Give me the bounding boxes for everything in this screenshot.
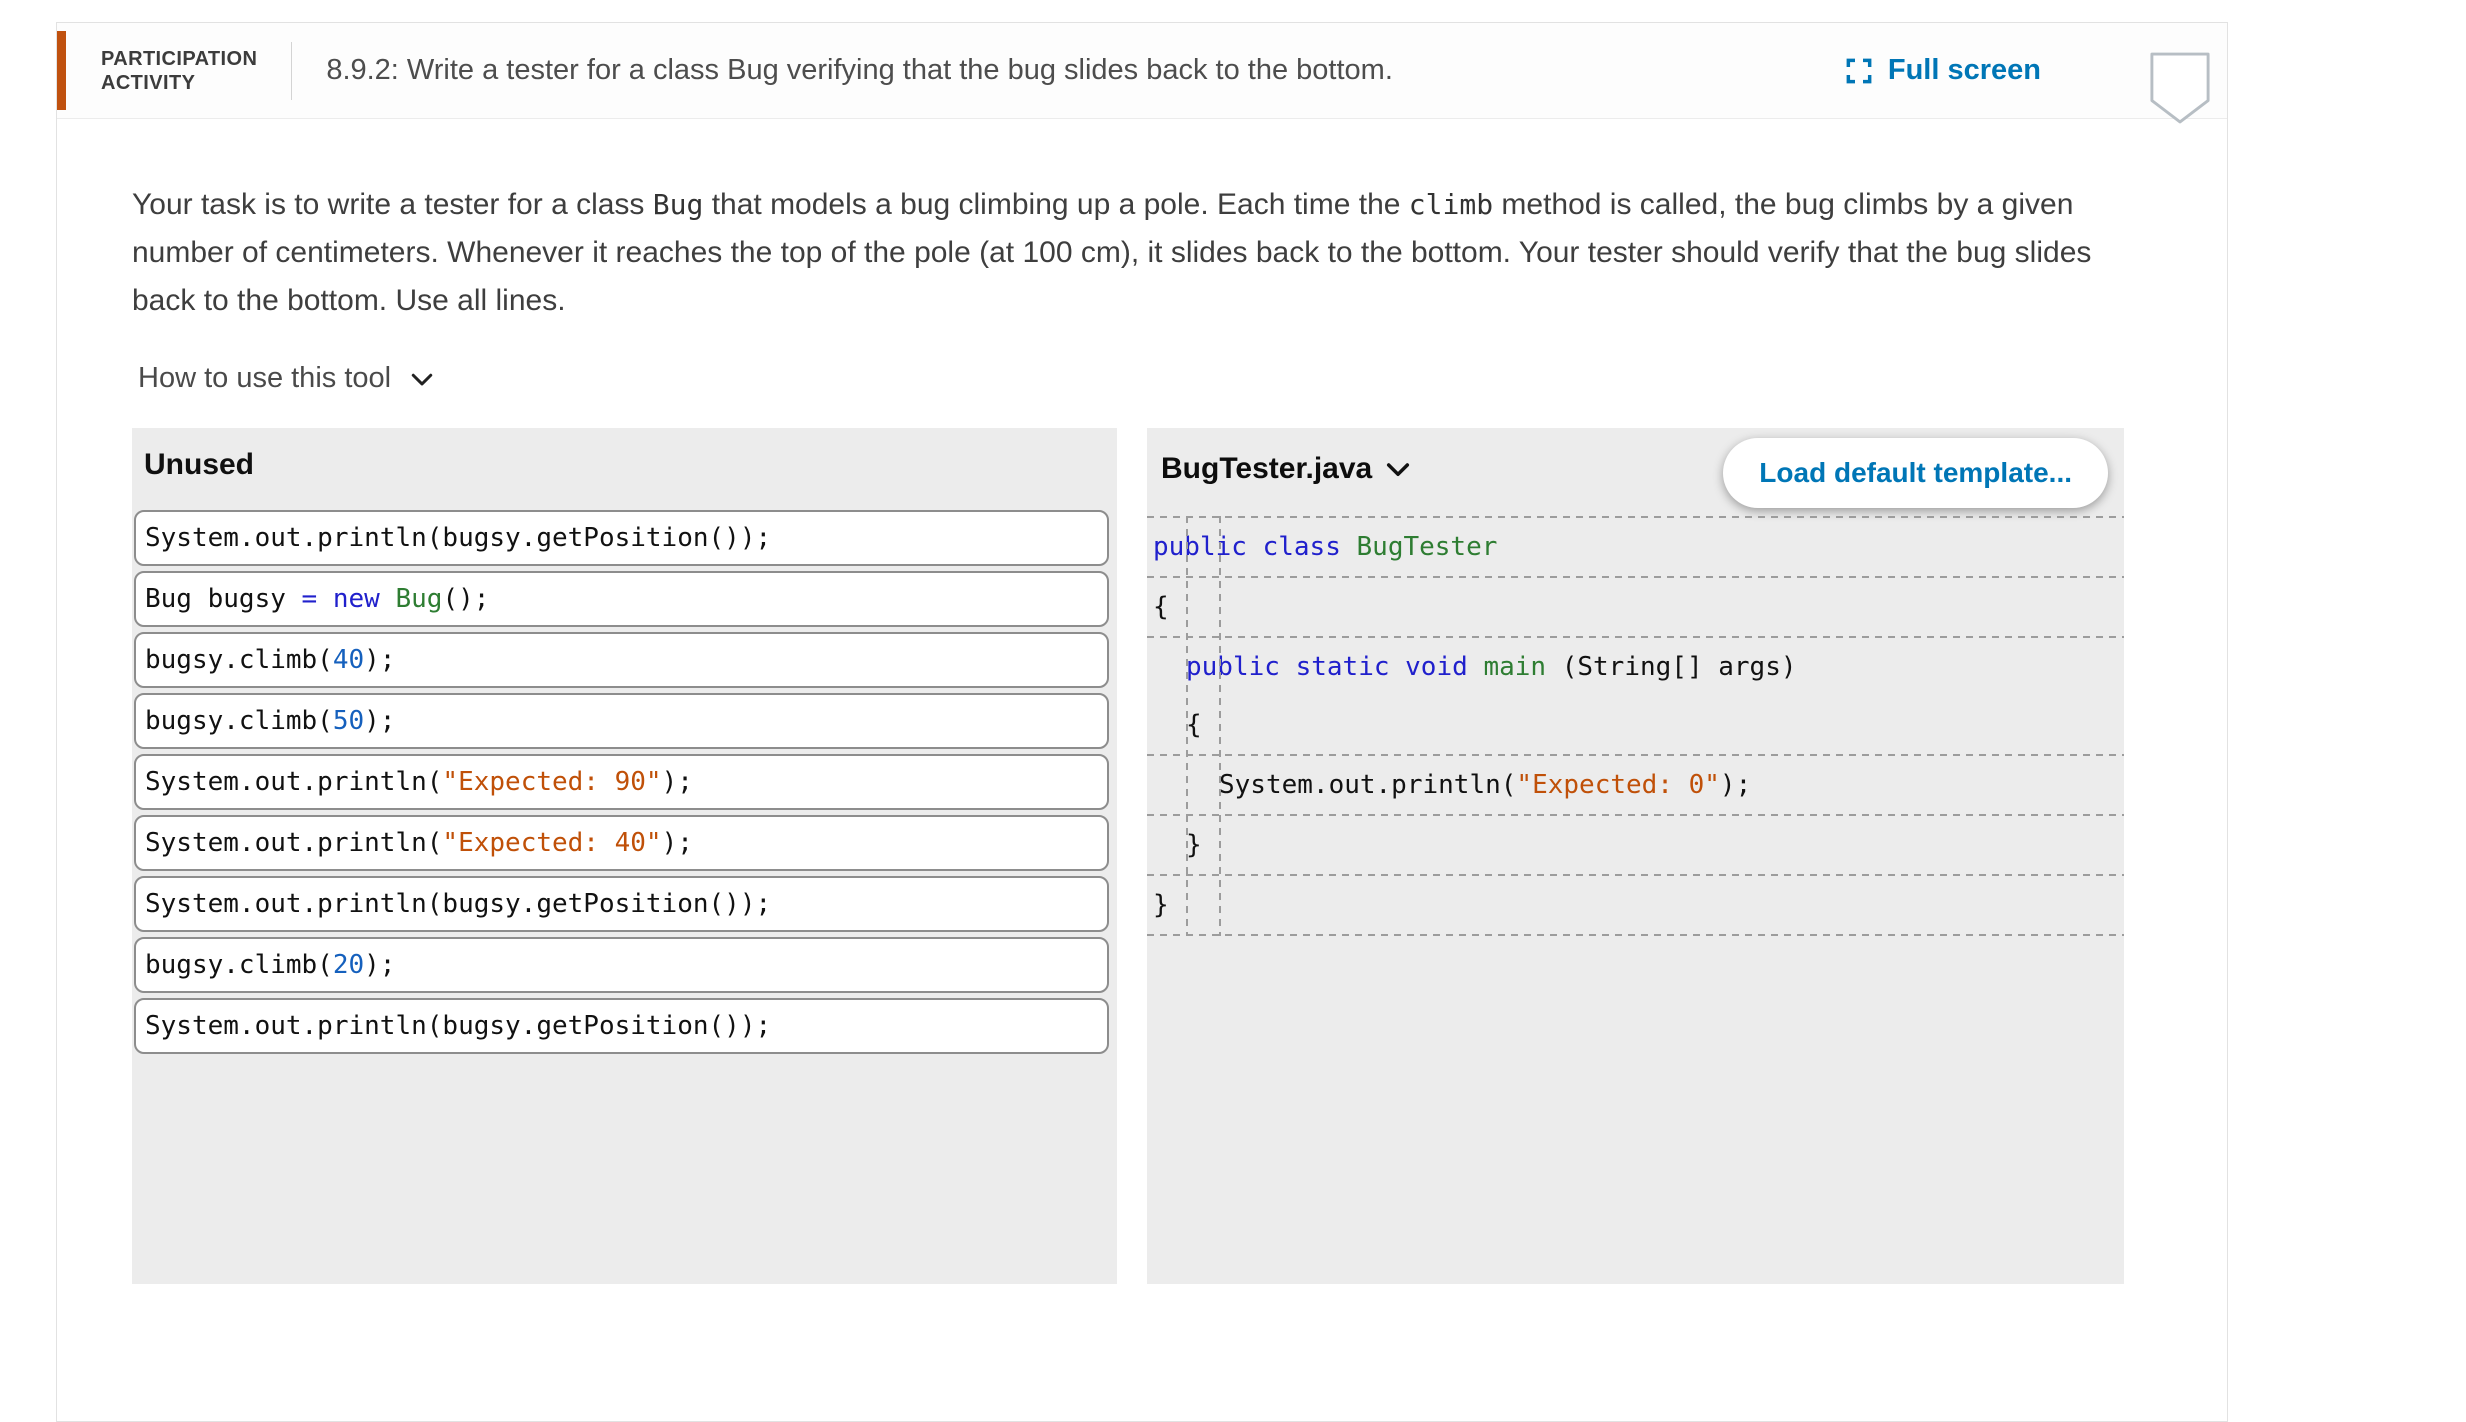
page: { "colors": { "accent_orange": "#c0510f"…	[0, 0, 2466, 1422]
unused-code-line[interactable]: Bug bugsy = new Bug ();	[134, 571, 1109, 627]
code-token: System.out.println(bugsy.getPosition());	[145, 523, 772, 553]
code-token: );	[364, 706, 396, 736]
fullscreen-icon	[1843, 55, 1875, 87]
code-token: );	[661, 828, 693, 858]
activity-header: PARTICIPATION ACTIVITY 8.9.2: Write a te…	[57, 23, 2227, 124]
inline-code: Bug	[652, 188, 704, 221]
editor-header: BugTester.java Load default template...	[1147, 428, 2124, 512]
unused-code-line[interactable]: System.out.println(bugsy.getPosition());	[134, 998, 1109, 1054]
code-token: }	[1186, 830, 1202, 860]
parsons-panels: Unused System.out.println(bugsy.getPosit…	[132, 428, 2127, 1284]
placed-code-block[interactable]: {	[1147, 578, 2124, 636]
fullscreen-label: Full screen	[1887, 54, 2041, 86]
placed-code-block[interactable]: public class BugTester	[1147, 518, 2124, 576]
code-token: bugsy.climb(	[145, 645, 333, 675]
editor-panel: BugTester.java Load default template... …	[1147, 428, 2124, 1284]
load-default-template-button[interactable]: Load default template...	[1723, 438, 2108, 508]
task-paragraph: Your task is to write a tester for a cla…	[132, 181, 2127, 325]
code-token: (String[] args)	[1546, 652, 1797, 682]
completion-shield-icon	[2149, 51, 2211, 125]
code-token: public	[1153, 532, 1247, 562]
code-token: System.out.println(bugsy.getPosition());	[145, 889, 772, 919]
editor-blocks: public class BugTester{public static voi…	[1147, 516, 2124, 936]
placed-code-block[interactable]: }	[1147, 876, 2124, 934]
unused-code-line[interactable]: System.out.println(bugsy.getPosition());	[134, 876, 1109, 932]
code-token: 40	[332, 645, 365, 675]
placed-code-block[interactable]: System.out.println("Expected: 0");	[1147, 756, 2124, 814]
code-token: "Expected: 0"	[1516, 770, 1720, 800]
code-token: System.out.println(bugsy.getPosition());	[145, 1011, 772, 1041]
code-token: static	[1295, 652, 1390, 682]
code-token: }	[1153, 890, 1169, 920]
chevron-down-icon	[1382, 453, 1414, 485]
code-token: new	[332, 584, 380, 614]
code-token: ();	[442, 584, 490, 614]
unused-list: System.out.println(bugsy.getPosition());…	[132, 510, 1117, 1054]
fullscreen-button[interactable]: Full screen	[1837, 53, 2047, 88]
badge-line-1: PARTICIPATION	[101, 47, 258, 70]
code-token: 20	[332, 950, 365, 980]
placed-code-block[interactable]: }	[1147, 816, 2124, 874]
code-token: main	[1483, 652, 1547, 682]
code-token: {	[1153, 592, 1169, 622]
code-token: "Expected: 40"	[442, 828, 662, 858]
paragraph-text: Your task is to write a tester for a cla…	[132, 188, 653, 221]
unused-code-line[interactable]: bugsy.climb(50);	[134, 693, 1109, 749]
code-token: bugsy.climb(	[145, 950, 333, 980]
code-token: {	[1186, 710, 1202, 740]
activity-title: 8.9.2: Write a tester for a class Bug ve…	[326, 54, 1393, 86]
badge-line-2: ACTIVITY	[101, 71, 196, 94]
code-token: Bug	[395, 584, 443, 614]
code-token: class	[1262, 532, 1341, 562]
drop-target-line[interactable]	[1147, 934, 2124, 936]
participation-accent-bar	[57, 31, 66, 110]
code-area: public class BugTester{public static voi…	[1147, 516, 2124, 936]
code-token: System.out.println(	[145, 767, 443, 797]
paragraph-text: that models a bug climbing up a pole. Ea…	[703, 188, 1409, 221]
code-token: bugsy.climb(	[145, 706, 333, 736]
unused-code-line[interactable]: System.out.println(bugsy.getPosition());	[134, 510, 1109, 566]
how-to-use-toggle[interactable]: How to use this tool	[132, 361, 443, 396]
code-token: );	[661, 767, 693, 797]
how-to-use-label: How to use this tool	[138, 362, 392, 394]
code-token: public	[1186, 652, 1280, 682]
code-token: void	[1405, 652, 1468, 682]
chevron-down-icon	[407, 364, 437, 394]
unused-code-line[interactable]: System.out.println("Expected: 90");	[134, 754, 1109, 810]
code-token: );	[1719, 770, 1752, 800]
unused-code-line[interactable]: System.out.println("Expected: 40");	[134, 815, 1109, 871]
code-token: System.out.println(	[1219, 770, 1517, 800]
unused-panel-title: Unused	[144, 448, 255, 481]
file-name-label: BugTester.java	[1161, 452, 1373, 485]
activity-body: Your task is to write a tester for a cla…	[57, 119, 2227, 1284]
participation-activity-badge: PARTICIPATION ACTIVITY	[101, 47, 257, 95]
code-token: =	[301, 584, 318, 614]
indent-guide	[1186, 516, 1188, 936]
code-token: System.out.println(	[145, 828, 443, 858]
indent-guide	[1219, 516, 1221, 936]
code-token: BugTester	[1356, 532, 1498, 562]
header-divider	[291, 41, 293, 100]
unused-panel: Unused System.out.println(bugsy.getPosit…	[132, 428, 1117, 1284]
code-token: "Expected: 90"	[442, 767, 662, 797]
code-token: );	[364, 645, 396, 675]
code-token: 50	[332, 706, 365, 736]
placed-code-block[interactable]: public static void main (String[] args) {	[1147, 638, 2124, 754]
code-token: Bug bugsy	[145, 584, 302, 614]
code-token: );	[364, 950, 396, 980]
inline-code: climb	[1408, 188, 1494, 221]
unused-code-line[interactable]: bugsy.climb(20);	[134, 937, 1109, 993]
unused-code-line[interactable]: bugsy.climb(40);	[134, 632, 1109, 688]
file-name-dropdown[interactable]: BugTester.java	[1155, 438, 1420, 487]
activity-card: PARTICIPATION ACTIVITY 8.9.2: Write a te…	[56, 22, 2228, 1422]
